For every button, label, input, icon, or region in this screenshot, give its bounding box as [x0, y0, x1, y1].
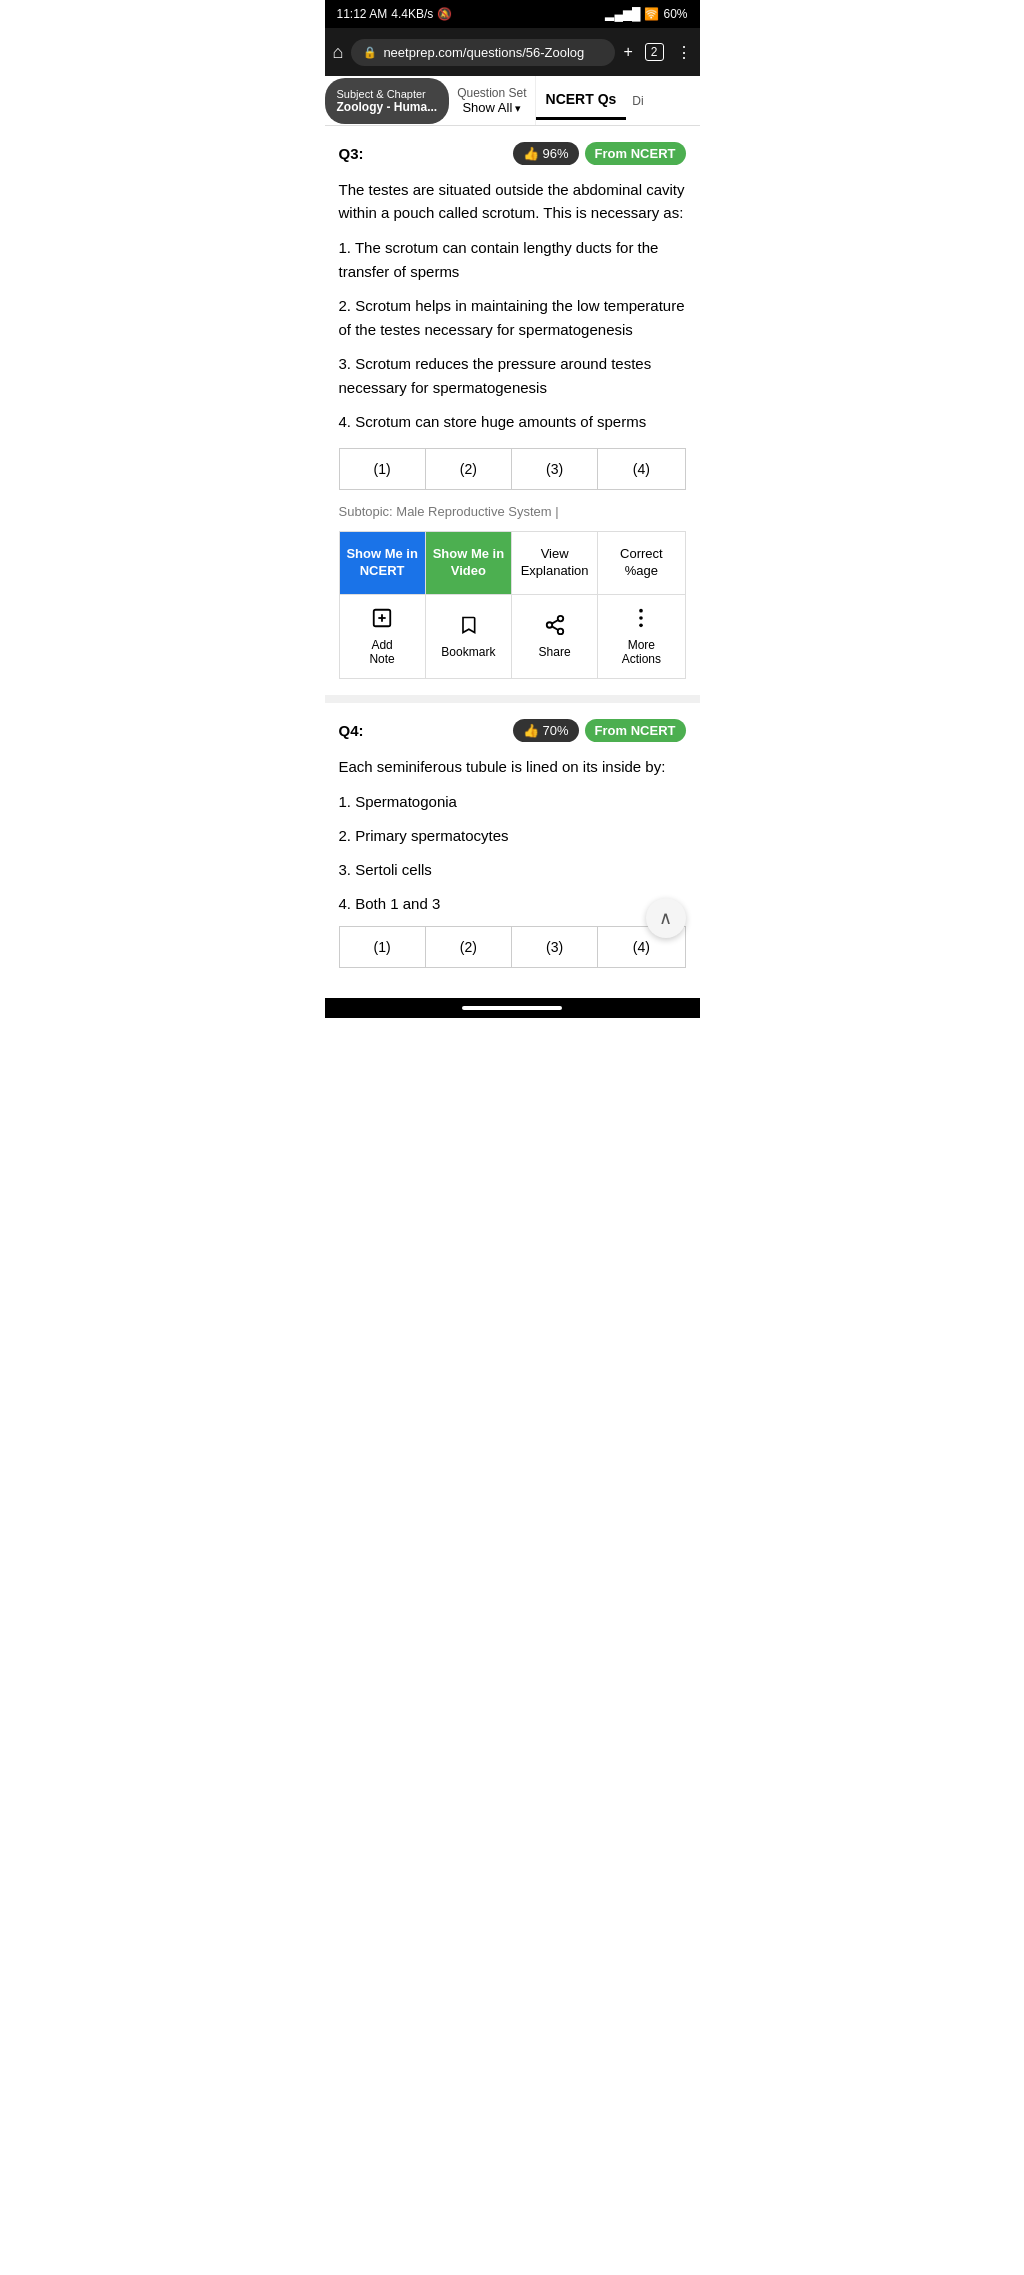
svg-line-7: [551, 620, 557, 624]
question-4-percent-badge: 👍 70%: [513, 719, 579, 742]
svg-point-9: [640, 616, 644, 620]
question-3-ncert-badge: From NCERT: [585, 142, 686, 165]
subject-chapter-tab[interactable]: Subject & Chapter Zoology - Huma...: [325, 78, 450, 124]
bookmark-icon: [458, 614, 478, 641]
svg-point-3: [557, 616, 563, 622]
correct-percentage-button[interactable]: Correct %age: [598, 532, 684, 594]
answer-choices-grid-q4: (1) (2) (3) (4): [339, 926, 686, 968]
action-row-2: AddNote Bookmark Share: [339, 595, 686, 679]
bookmark-button[interactable]: Bookmark: [426, 595, 512, 678]
question-4-text: Each seminiferous tubule is lined on its…: [339, 756, 686, 779]
question-4-badges: 👍 70% From NCERT: [513, 719, 686, 742]
question-3-option-1: 1. The scrotum can contain lengthy ducts…: [339, 236, 686, 284]
svg-point-5: [557, 628, 563, 634]
view-explanation-button[interactable]: View Explanation: [512, 532, 598, 594]
new-tab-icon[interactable]: +: [623, 43, 632, 61]
share-label: Share: [539, 645, 571, 659]
status-bar: 11:12 AM 4.4KB/s 🔕 ▂▄▆█ 🛜 60%: [325, 0, 700, 28]
lock-icon: 🔒: [363, 46, 377, 59]
share-button[interactable]: Share: [512, 595, 598, 678]
answer-choice-3[interactable]: (3): [512, 449, 598, 489]
thumbsup-icon-q4: 👍: [523, 723, 539, 738]
question-set-tab[interactable]: Question Set Show All: [449, 76, 535, 125]
scroll-to-top-button[interactable]: ∧: [646, 898, 686, 938]
more-menu-icon[interactable]: ⋮: [676, 43, 692, 62]
percent-value: 96%: [543, 146, 569, 161]
more-actions-label: MoreActions: [622, 638, 661, 666]
question-4-number: Q4:: [339, 722, 364, 739]
url-text: neetprep.com/questions/56-Zoolog: [383, 45, 584, 60]
question-3-number: Q3:: [339, 145, 364, 162]
subject-line1: Subject & Chapter: [337, 88, 438, 100]
share-icon: [544, 614, 566, 641]
network-icon: 🔕: [437, 7, 452, 21]
status-right: ▂▄▆█ 🛜 60%: [605, 7, 687, 21]
more-actions-icon: [638, 607, 644, 634]
url-bar[interactable]: 🔒 neetprep.com/questions/56-Zoolog: [351, 39, 615, 66]
action-row-1: Show Me in NCERT Show Me in Video View E…: [339, 531, 686, 595]
home-icon[interactable]: ⌂: [333, 42, 344, 63]
svg-point-10: [640, 623, 644, 627]
subtopic-label: Subtopic: Male Reproductive System |: [339, 504, 686, 519]
chevron-down-icon: [515, 100, 521, 115]
question-3-percent-badge: 👍 96%: [513, 142, 579, 165]
question-4-header: Q4: 👍 70% From NCERT: [339, 719, 686, 742]
battery-display: 60%: [663, 7, 687, 21]
chevron-up-icon: ∧: [659, 907, 672, 929]
svg-point-4: [546, 622, 552, 628]
subject-line2: Zoology - Huma...: [337, 100, 438, 114]
question-4-option-1: 1. Spermatogonia: [339, 790, 686, 814]
question-3-badges: 👍 96% From NCERT: [513, 142, 686, 165]
answer-choices-grid: (1) (2) (3) (4): [339, 448, 686, 490]
answer-choice-4[interactable]: (4): [598, 449, 684, 489]
question-4-ncert-badge: From NCERT: [585, 719, 686, 742]
question-3-card: Q3: 👍 96% From NCERT The testes are situ…: [325, 126, 700, 703]
question-3-option-3: 3. Scrotum reduces the pressure around t…: [339, 352, 686, 400]
status-left: 11:12 AM 4.4KB/s 🔕: [337, 7, 453, 21]
question-4-option-4: 4. Both 1 and 3: [339, 892, 686, 916]
q4-answer-choice-2[interactable]: (2): [426, 927, 512, 967]
signal-icon: ▂▄▆█: [605, 7, 640, 21]
answer-choice-2[interactable]: (2): [426, 449, 512, 489]
question-3-option-2: 2. Scrotum helps in maintaining the low …: [339, 294, 686, 342]
question-4-option-2: 2. Primary spermatocytes: [339, 824, 686, 848]
network-speed: 4.4KB/s: [391, 7, 433, 21]
tab-count[interactable]: 2: [645, 43, 664, 61]
di-tab[interactable]: Di: [626, 84, 649, 118]
thumbsup-icon: 👍: [523, 146, 539, 161]
svg-line-6: [551, 626, 557, 630]
add-note-button[interactable]: AddNote: [340, 595, 426, 678]
q4-answer-choice-3[interactable]: (3): [512, 927, 598, 967]
show-in-ncert-button[interactable]: Show Me in NCERT: [340, 532, 426, 594]
wifi-icon: 🛜: [644, 7, 659, 21]
nav-bar: Subject & Chapter Zoology - Huma... Ques…: [325, 76, 700, 126]
question-4-card: Q4: 👍 70% From NCERT Each seminiferous t…: [325, 703, 700, 999]
answer-choice-1[interactable]: (1): [340, 449, 426, 489]
bookmark-label: Bookmark: [441, 645, 495, 659]
home-indicator: [462, 1006, 562, 1010]
q4-answer-choice-1[interactable]: (1): [340, 927, 426, 967]
svg-point-8: [640, 609, 644, 613]
question-3-text: The testes are situated outside the abdo…: [339, 179, 686, 224]
bottom-bar: [325, 998, 700, 1018]
more-actions-button[interactable]: MoreActions: [598, 595, 684, 678]
question-3-header: Q3: 👍 96% From NCERT: [339, 142, 686, 165]
question-4-option-3: 3. Sertoli cells: [339, 858, 686, 882]
add-note-label: AddNote: [369, 638, 394, 666]
browser-actions: + 2 ⋮: [623, 43, 691, 62]
browser-bar: ⌂ 🔒 neetprep.com/questions/56-Zoolog + 2…: [325, 28, 700, 76]
q4-percent-value: 70%: [543, 723, 569, 738]
qset-value: Show All: [462, 100, 521, 115]
question-3-option-4: 4. Scrotum can store huge amounts of spe…: [339, 410, 686, 434]
time-display: 11:12 AM: [337, 7, 388, 21]
add-note-icon: [371, 607, 393, 634]
show-in-video-button[interactable]: Show Me in Video: [426, 532, 512, 594]
qset-label: Question Set: [457, 86, 526, 100]
ncert-qs-tab[interactable]: NCERT Qs: [536, 81, 627, 120]
